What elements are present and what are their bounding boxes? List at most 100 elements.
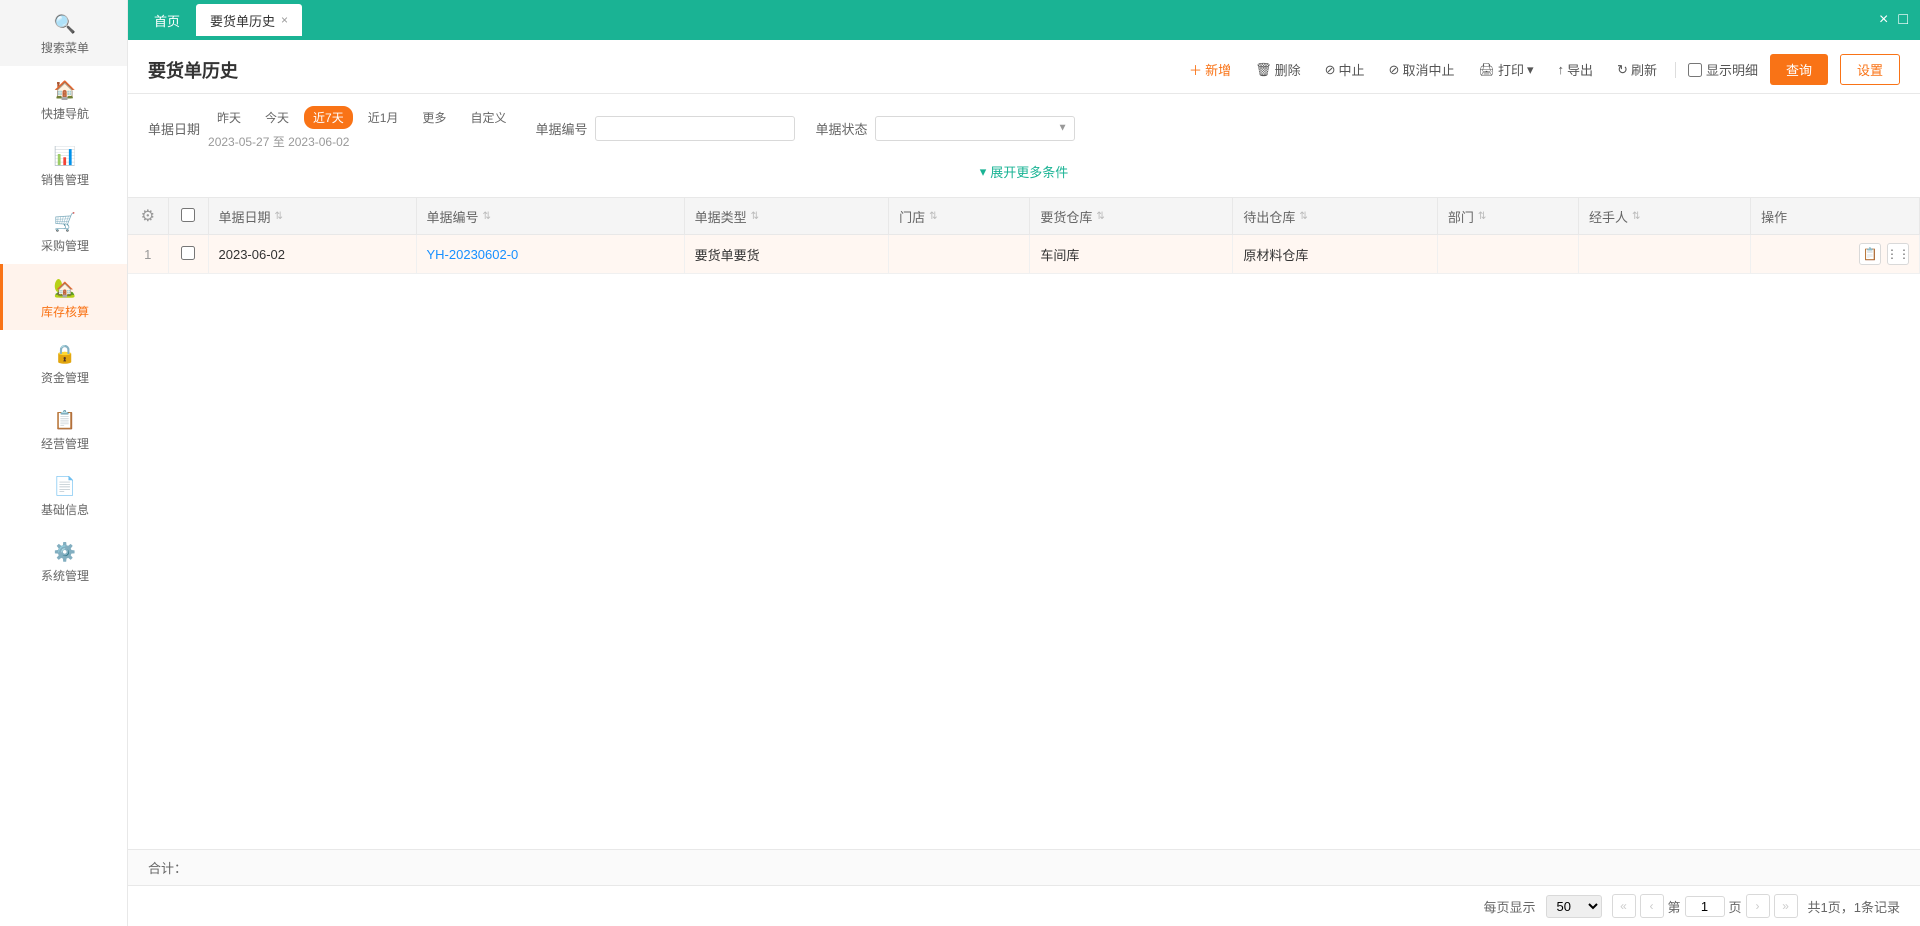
td-index: 1 <box>128 235 168 274</box>
new-label: 新增 <box>1205 60 1231 79</box>
date-range-text: 2023-05-27 至 2023-06-02 <box>208 133 515 150</box>
td-doc-type: 要货单要货 <box>684 235 888 274</box>
settings-gear-icon[interactable]: ⚙ <box>141 208 155 225</box>
th-pending-warehouse[interactable]: 待出仓库 ⇅ <box>1233 198 1437 235</box>
date-filter-group: 单据日期 昨天 今天 近7天 近1月 更多 自定义 2023-05-27 至 2… <box>148 106 515 150</box>
date-btn-custom[interactable]: 自定义 <box>461 106 515 129</box>
date-btn-yesterday[interactable]: 昨天 <box>208 106 250 129</box>
th-action: 操作 <box>1751 198 1920 235</box>
cart-icon: 🛒 <box>54 212 76 233</box>
sort-icon-doc-date: ⇅ <box>275 211 283 222</box>
page-size-label: 每页显示 <box>1483 897 1535 916</box>
refresh-button[interactable]: ↻ 刷新 <box>1611 56 1663 83</box>
doc-status-label: 单据状态 <box>815 119 867 138</box>
clipboard-icon: 📋 <box>54 410 76 431</box>
doc-number-label: 单据编号 <box>535 119 587 138</box>
th-doc-number[interactable]: 单据编号 ⇅ <box>416 198 684 235</box>
th-doc-date[interactable]: 单据日期 ⇅ <box>208 198 416 235</box>
page-number-input[interactable] <box>1685 896 1725 917</box>
th-req-warehouse[interactable]: 要货仓库 ⇅ <box>1030 198 1233 235</box>
doc-number-link[interactable]: YH-20230602-0 <box>427 247 519 262</box>
tab-requisition-history-label: 要货单历史 <box>210 11 275 30</box>
sidebar-item-label: 系统管理 <box>41 567 89 584</box>
sidebar-item-basic[interactable]: 📄 基础信息 <box>0 462 127 528</box>
sidebar-item-label: 采购管理 <box>41 237 89 254</box>
doc-number-input[interactable] <box>595 116 795 141</box>
window-close-icon[interactable]: × <box>1879 11 1888 29</box>
page-title: 要货单历史 <box>148 57 238 83</box>
window-maximize-icon[interactable]: □ <box>1898 11 1908 29</box>
expand-label: 展开更多条件 <box>990 162 1068 181</box>
th-doc-type[interactable]: 单据类型 ⇅ <box>684 198 888 235</box>
settings-button[interactable]: 设置 <box>1840 54 1900 85</box>
export-icon: ↑ <box>1558 62 1565 77</box>
prev-page-button[interactable]: ‹ <box>1640 894 1664 918</box>
next-page-button[interactable]: › <box>1746 894 1770 918</box>
th-handler[interactable]: 经手人 ⇅ <box>1579 198 1751 235</box>
tab-requisition-history[interactable]: 要货单历史 × <box>196 4 302 36</box>
expand-more-button[interactable]: ▾ 展开更多条件 <box>972 158 1077 185</box>
sidebar-item-label: 搜索菜单 <box>41 39 89 56</box>
sidebar-item-label: 快捷导航 <box>41 105 89 122</box>
td-doc-date: 2023-06-02 <box>208 235 416 274</box>
date-btn-recent1month[interactable]: 近1月 <box>359 106 408 129</box>
sidebar-item-operation[interactable]: 📋 经营管理 <box>0 396 127 462</box>
toolbar: ＋ 新增 🗑 删除 ⊘ 中止 ⊘ 取消中止 🖨 打印 ▾ ↑ 导 <box>1183 54 1900 85</box>
main-content: 首页 要货单历史 × × □ 要货单历史 ＋ 新增 🗑 删除 ⊘ 中止 <box>128 0 1920 926</box>
display-detail-checkbox[interactable] <box>1688 63 1702 77</box>
sidebar-item-inventory[interactable]: 🏡 库存核算 <box>0 264 127 330</box>
action-icons: 📋 ⋮⋮ <box>1761 243 1909 265</box>
td-handler <box>1579 235 1751 274</box>
export-label: 导出 <box>1567 60 1593 79</box>
print-button[interactable]: 🖨 打印 ▾ <box>1472 56 1539 83</box>
row-edit-icon[interactable]: 📋 <box>1859 243 1881 265</box>
doc-date-label: 单据日期 <box>148 119 200 138</box>
row-more-icon[interactable]: ⋮⋮ <box>1887 243 1909 265</box>
tab-home[interactable]: 首页 <box>140 4 194 36</box>
th-department[interactable]: 部门 ⇅ <box>1437 198 1578 235</box>
select-all-checkbox[interactable] <box>181 208 195 222</box>
page-prefix-label: 第 <box>1668 897 1681 916</box>
search-icon: 🔍 <box>54 14 76 35</box>
tab-close-icon[interactable]: × <box>281 13 288 27</box>
sidebar-item-label: 资金管理 <box>41 369 89 386</box>
cancel-stop-button[interactable]: ⊘ 取消中止 <box>1383 56 1461 83</box>
last-page-button[interactable]: » <box>1774 894 1798 918</box>
sidebar-item-finance[interactable]: 🔒 资金管理 <box>0 330 127 396</box>
table-area: ⚙ 单据日期 ⇅ 单据编号 ⇅ <box>128 198 1920 849</box>
td-checkbox[interactable] <box>168 235 208 274</box>
sidebar-item-search[interactable]: 🔍 搜索菜单 <box>0 0 127 66</box>
topbar: 首页 要货单历史 × × □ <box>128 0 1920 40</box>
doc-status-select[interactable] <box>875 116 1075 141</box>
query-button[interactable]: 查询 <box>1770 54 1828 85</box>
stop-button[interactable]: ⊘ 中止 <box>1319 56 1371 83</box>
export-button[interactable]: ↑ 导出 <box>1552 56 1600 83</box>
gear-icon: ⚙️ <box>54 542 76 563</box>
sidebar-item-quicknav[interactable]: 🏠 快捷导航 <box>0 66 127 132</box>
date-filters: 昨天 今天 近7天 近1月 更多 自定义 2023-05-27 至 2023-0… <box>208 106 515 150</box>
date-btn-more[interactable]: 更多 <box>413 106 455 129</box>
date-btn-today[interactable]: 今天 <box>256 106 298 129</box>
new-button[interactable]: ＋ 新增 <box>1183 56 1237 83</box>
print-label: 打印 <box>1498 60 1524 79</box>
delete-button[interactable]: 🗑 删除 <box>1249 56 1307 83</box>
new-icon: ＋ <box>1189 60 1202 79</box>
first-page-button[interactable]: « <box>1612 894 1636 918</box>
sidebar-item-system[interactable]: ⚙️ 系统管理 <box>0 528 127 594</box>
date-btn-recent7[interactable]: 近7天 <box>304 106 353 129</box>
display-detail-label: 显示明细 <box>1706 60 1758 79</box>
row-checkbox[interactable] <box>181 246 195 260</box>
table-footer: 合计： <box>128 849 1920 885</box>
th-store[interactable]: 门店 ⇅ <box>889 198 1030 235</box>
sidebar-item-sales[interactable]: 📊 销售管理 <box>0 132 127 198</box>
display-detail-checkbox-group[interactable]: 显示明细 <box>1688 60 1758 79</box>
sidebar-item-purchase[interactable]: 🛒 采购管理 <box>0 198 127 264</box>
page-size-select[interactable]: 20 50 100 200 <box>1546 895 1602 918</box>
doc-status-filter-group: 单据状态 <box>815 116 1075 141</box>
data-table: ⚙ 单据日期 ⇅ 单据编号 ⇅ <box>128 198 1920 274</box>
th-settings[interactable]: ⚙ <box>128 198 168 235</box>
td-store <box>889 235 1030 274</box>
td-action: 📋 ⋮⋮ <box>1751 235 1920 274</box>
th-checkbox[interactable] <box>168 198 208 235</box>
pagination-bar: 每页显示 20 50 100 200 « ‹ 第 页 › » 共1页，1条记录 <box>128 885 1920 926</box>
